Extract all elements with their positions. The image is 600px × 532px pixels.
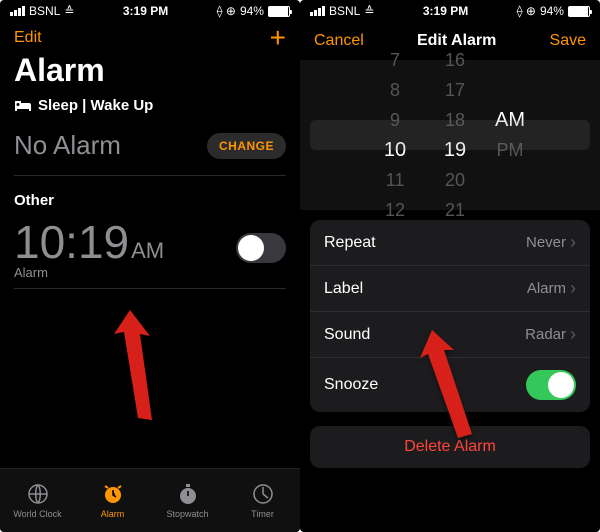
chevron-right-icon: › xyxy=(570,232,576,253)
row-snooze: Snooze xyxy=(310,358,590,412)
other-section-label: Other xyxy=(14,186,286,211)
battery-pct: 94% xyxy=(240,4,264,18)
battery-icon xyxy=(268,6,290,17)
signal-icon xyxy=(10,6,25,16)
time-picker[interactable]: 789 10 1112 161718 19 2021 AM PM xyxy=(300,60,600,210)
alarm-list-screen: BSNL ≙ 3:19 PM ⟠ ⊕ 94% Edit + Alarm Slee… xyxy=(0,0,300,532)
alarm-time: 10:19AM xyxy=(14,215,164,269)
page-title: Alarm xyxy=(0,50,300,97)
row-sound[interactable]: Sound Radar› xyxy=(310,312,590,358)
tab-alarm[interactable]: Alarm xyxy=(75,469,150,532)
alarm-item[interactable]: 10:19AM Alarm xyxy=(14,211,286,289)
tabbar: World Clock Alarm Stopwatch Timer xyxy=(0,468,300,532)
row-label[interactable]: Label Alarm› xyxy=(310,266,590,312)
edit-alarm-screen: BSNL≙ 3:19 PM ⟠ ⊕94% Cancel Edit Alarm S… xyxy=(300,0,600,532)
signal-icon xyxy=(310,6,325,16)
tab-world-clock[interactable]: World Clock xyxy=(0,469,75,532)
save-button[interactable]: Save xyxy=(550,32,586,50)
statusbar: BSNL ≙ 3:19 PM ⟠ ⊕ 94% xyxy=(0,0,300,22)
row-repeat[interactable]: Repeat Never› xyxy=(310,220,590,266)
add-alarm-button[interactable]: + xyxy=(270,28,286,48)
annotation-arrow xyxy=(110,310,160,435)
edit-button[interactable]: Edit xyxy=(14,29,42,47)
no-alarm-text: No Alarm xyxy=(14,130,121,161)
alarm-toggle[interactable] xyxy=(236,233,286,263)
change-button[interactable]: CHANGE xyxy=(207,133,286,159)
tab-timer[interactable]: Timer xyxy=(225,469,300,532)
delete-alarm-button[interactable]: Delete Alarm xyxy=(310,426,590,468)
statusbar: BSNL≙ 3:19 PM ⟠ ⊕94% xyxy=(300,0,600,22)
status-time: 3:19 PM xyxy=(123,4,168,18)
bed-icon xyxy=(14,99,32,113)
tab-stopwatch[interactable]: Stopwatch xyxy=(150,469,225,532)
alarm-options-list: Repeat Never› Label Alarm› Sound Radar› … xyxy=(310,220,590,412)
carrier-label: BSNL xyxy=(29,4,60,18)
cancel-button[interactable]: Cancel xyxy=(314,32,364,50)
sleep-section-label: Sleep | Wake Up xyxy=(38,97,153,114)
snooze-toggle[interactable] xyxy=(526,370,576,400)
